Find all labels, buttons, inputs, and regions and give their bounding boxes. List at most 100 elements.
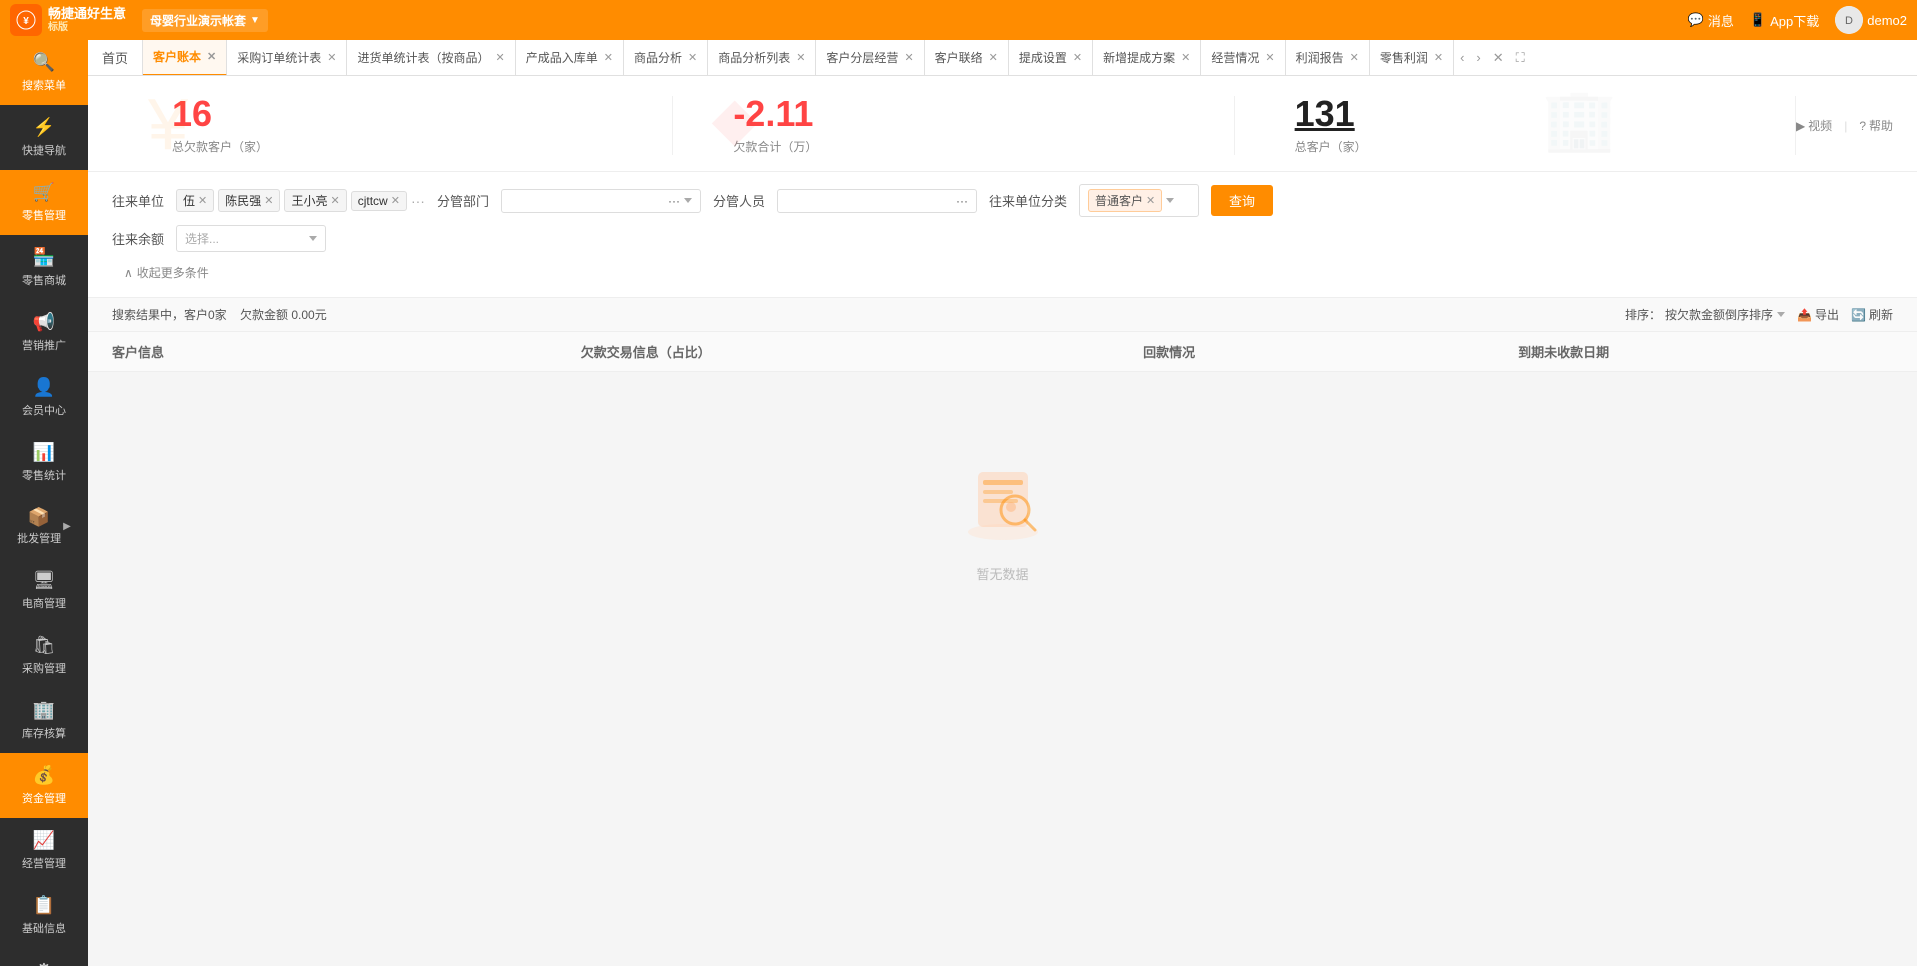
export-label: 导出 <box>1815 306 1839 323</box>
tab-bar: 首页 客户账本 ✕ 采购订单统计表 ✕ 进货单统计表（按商品） ✕ 产成品入库单… <box>88 40 1917 76</box>
stat-total-debtors-value: 16 <box>172 96 212 132</box>
sort-select[interactable]: 排序： 按欠款金额倒序排序 <box>1625 306 1785 323</box>
sidebar-item-purchase[interactable]: 🛍 采购管理 <box>0 623 88 688</box>
empty-state: 暂无数据 <box>88 372 1917 663</box>
filter-row-2: 往来余额 选择... <box>112 225 1893 252</box>
table-col-overdue-date: 到期未收款日期 <box>1518 342 1893 361</box>
logo-icon: ¥ <box>10 4 42 36</box>
sidebar-item-basic-info[interactable]: 📋 基础信息 <box>0 883 88 948</box>
refresh-label: 刷新 <box>1869 306 1893 323</box>
tab-close-product-analysis-list[interactable]: ✕ <box>796 51 805 64</box>
remove-unit-tag-wu[interactable]: ✕ <box>198 194 207 207</box>
export-btn[interactable]: 📤 导出 <box>1797 306 1839 323</box>
stat-total-debtors-label: 总欠款客户（家） <box>172 138 268 155</box>
tab-close-all[interactable]: ✕ <box>1487 50 1510 66</box>
user-avatar-btn[interactable]: D demo2 <box>1835 6 1907 34</box>
tab-close-operation-status[interactable]: ✕ <box>1265 51 1274 64</box>
sidebar-item-quick-nav[interactable]: ⚡ 快捷导航 <box>0 105 88 170</box>
sidebar: 🔍 搜索菜单 ⚡ 快捷导航 🛒 零售管理 🏪 零售商城 📢 营销推广 👤 <box>0 40 88 966</box>
tab-close-customer-segment[interactable]: ✕ <box>904 51 913 64</box>
refresh-btn[interactable]: 🔄 刷新 <box>1851 306 1893 323</box>
remove-unit-tag-wang[interactable]: ✕ <box>331 194 340 207</box>
sidebar-item-search[interactable]: 🔍 搜索菜单 <box>0 40 88 105</box>
message-icon: 💬 <box>1688 12 1704 28</box>
sidebar-item-inventory[interactable]: 🏢 库存核算 <box>0 688 88 753</box>
tab-close-purchase-order[interactable]: ✕ <box>327 51 336 64</box>
sidebar-item-ecommerce[interactable]: 🖥 电商管理 <box>0 558 88 623</box>
balance-filter-select[interactable]: 选择... <box>176 225 326 252</box>
account-label: 母婴行业演示帐套 <box>150 12 246 29</box>
retail-store-icon: 🏪 <box>33 247 55 268</box>
tab-close-product-analysis[interactable]: ✕ <box>688 51 697 64</box>
finance-icon: 💰 <box>33 765 55 786</box>
app-download-btn[interactable]: 📱 App下载 <box>1750 11 1819 30</box>
sidebar-item-member[interactable]: 👤 会员中心 <box>0 365 88 430</box>
tab-close-customer-book[interactable]: ✕ <box>207 50 216 63</box>
category-filter-select[interactable]: 普通客户 ✕ <box>1079 184 1199 217</box>
wholesale-mgmt-icon: 📦 <box>28 507 50 528</box>
results-info: 搜索结果中，客户0家 欠款金额 0.00元 排序： 按欠款金额倒序排序 📤 导出 <box>88 298 1917 332</box>
tab-product-analysis-list[interactable]: 商品分析列表 ✕ <box>708 40 816 76</box>
sidebar-search-label: 搜索菜单 <box>22 77 66 93</box>
search-result-text: 搜索结果中，客户0家 <box>112 308 227 322</box>
remove-unit-tag-chen[interactable]: ✕ <box>264 194 273 207</box>
remove-unit-tag-cjttcw[interactable]: ✕ <box>391 194 400 207</box>
member-icon: 👤 <box>33 377 55 398</box>
tab-commission-setting[interactable]: 提成设置 ✕ <box>1009 40 1093 76</box>
dept-dropdown-arrow <box>684 198 692 203</box>
collapse-btn[interactable]: ∧ 收起更多条件 <box>112 260 1893 285</box>
tab-close-customer-contact[interactable]: ✕ <box>989 51 998 64</box>
help-btn[interactable]: ? 帮助 <box>1859 117 1893 134</box>
tab-scroll-left[interactable]: ‹ <box>1454 50 1470 65</box>
query-button[interactable]: 查询 <box>1211 185 1273 216</box>
tab-product-analysis[interactable]: 商品分析 ✕ <box>624 40 708 76</box>
message-btn[interactable]: 💬 消息 <box>1688 11 1734 30</box>
sidebar-item-system[interactable]: ⚙ 系统管理 <box>0 948 88 966</box>
logo-area: ¥ 畅捷通好生意 标版 母婴行业演示帐套 ▼ <box>10 4 1688 36</box>
unit-filter-tags: 伍 ✕ 陈民强 ✕ 王小亮 ✕ <box>176 189 425 212</box>
tab-maximize[interactable]: ⛶ <box>1510 50 1531 66</box>
tab-close-purchase-stats[interactable]: ✕ <box>496 51 505 64</box>
sidebar-item-wholesale-mgmt[interactable]: 📦 批发管理 ▶ <box>0 495 88 558</box>
video-btn[interactable]: ▶ 视频 <box>1796 117 1832 134</box>
tab-scroll-right[interactable]: › <box>1470 50 1486 65</box>
tab-close-product-receipt[interactable]: ✕ <box>604 51 613 64</box>
stat-debt-amount: -2.11 欠款合计（万） <box>673 96 1234 155</box>
table-col-customer-info: 客户信息 <box>112 342 581 361</box>
collapse-label: 收起更多条件 <box>137 264 209 281</box>
tab-purchase-stats[interactable]: 进货单统计表（按商品） ✕ <box>347 40 515 76</box>
tab-close-retail-profit[interactable]: ✕ <box>1434 51 1443 64</box>
tab-operation-status[interactable]: 经营情况 ✕ <box>1201 40 1285 76</box>
table-col-debt-info: 欠款交易信息（占比） <box>581 342 1143 361</box>
remove-category-tag[interactable]: ✕ <box>1146 194 1155 207</box>
tab-customer-contact[interactable]: 客户联络 ✕ <box>925 40 1009 76</box>
tab-close-new-commission[interactable]: ✕ <box>1181 51 1190 64</box>
table-header: 客户信息 欠款交易信息（占比） 回款情况 到期未收款日期 <box>88 332 1917 372</box>
tab-profit-report[interactable]: 利润报告 ✕ <box>1286 40 1370 76</box>
quick-nav-icon: ⚡ <box>33 117 55 138</box>
tab-purchase-order[interactable]: 采购订单统计表 ✕ <box>227 40 347 76</box>
dept-filter-select[interactable]: ··· <box>501 189 701 213</box>
retail-stats-icon: 📊 <box>33 442 55 463</box>
tab-close-profit-report[interactable]: ✕ <box>1350 51 1359 64</box>
more-unit-tags[interactable]: ··· <box>411 193 425 209</box>
sidebar-item-marketing[interactable]: 📢 营销推广 <box>0 300 88 365</box>
sidebar-item-operation[interactable]: 📈 经营管理 <box>0 818 88 883</box>
tab-close-commission-setting[interactable]: ✕ <box>1073 51 1082 64</box>
stat-debt-amount-value: -2.11 <box>733 96 813 132</box>
tab-customer-segment[interactable]: 客户分层经营 ✕ <box>816 40 924 76</box>
tab-new-commission[interactable]: 新增提成方案 ✕ <box>1093 40 1201 76</box>
account-dropdown[interactable]: 母婴行业演示帐套 ▼ <box>142 9 268 32</box>
balance-dropdown-arrow <box>309 236 317 241</box>
person-filter-select[interactable]: ··· <box>777 189 977 213</box>
tab-home[interactable]: 首页 <box>88 40 143 76</box>
sidebar-item-retail-store[interactable]: 🏪 零售商城 <box>0 235 88 300</box>
sidebar-item-retail-mgmt[interactable]: 🛒 零售管理 <box>0 170 88 235</box>
tab-product-receipt[interactable]: 产成品入库单 ✕ <box>516 40 624 76</box>
tab-retail-profit[interactable]: 零售利润 ✕ <box>1370 40 1454 76</box>
filter-row-1: 往来单位 伍 ✕ 陈民强 ✕ 王小亮 <box>112 184 1893 217</box>
tab-customer-book[interactable]: 客户账本 ✕ <box>143 40 227 76</box>
video-icon: ▶ <box>1796 119 1805 133</box>
sidebar-item-retail-stats[interactable]: 📊 零售统计 <box>0 430 88 495</box>
sidebar-item-finance[interactable]: 💰 资金管理 <box>0 753 88 818</box>
